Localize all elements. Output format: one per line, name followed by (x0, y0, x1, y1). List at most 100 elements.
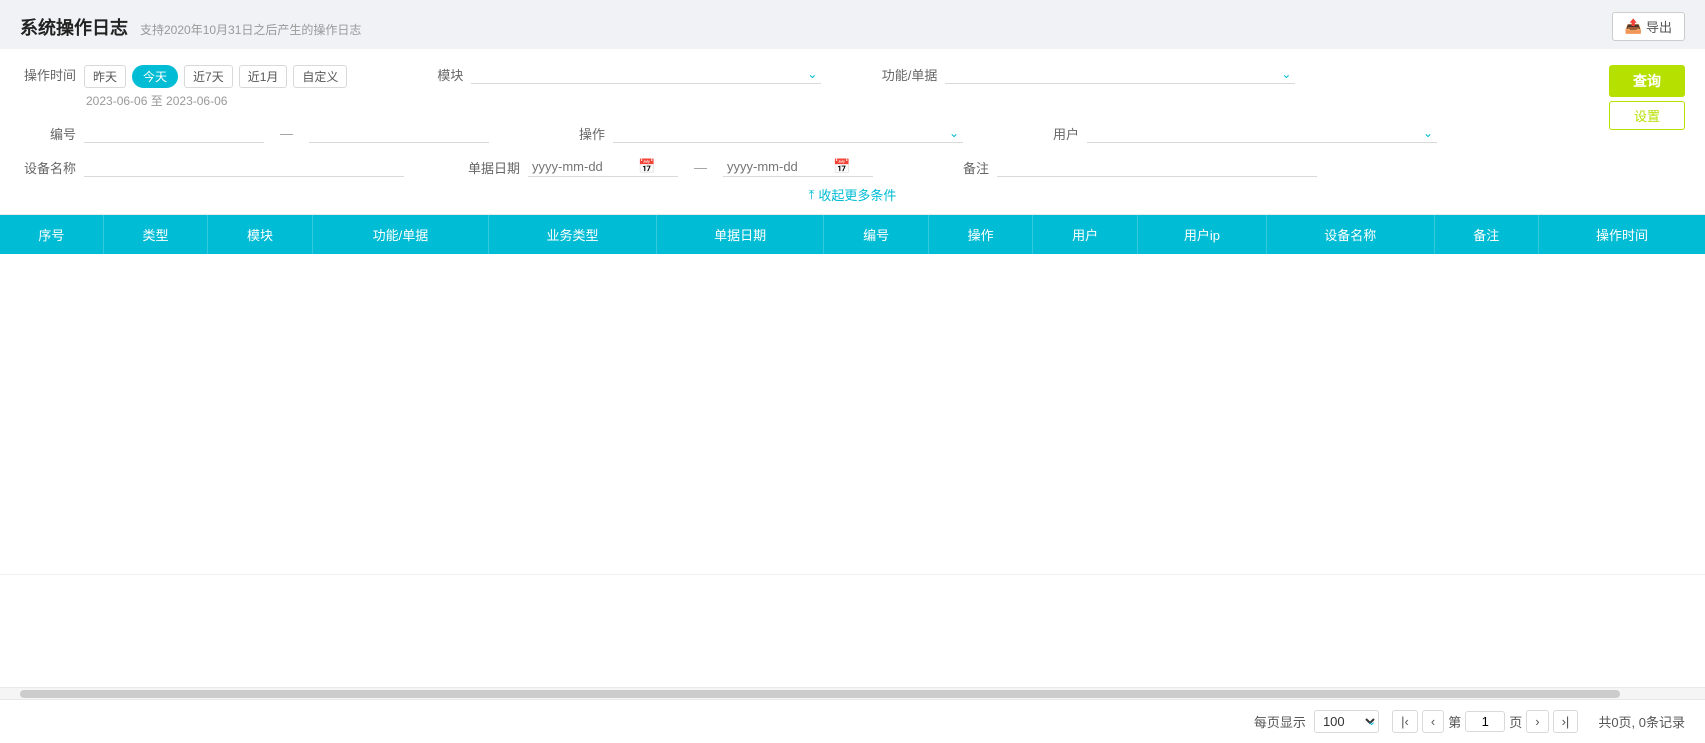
date-to-input[interactable] (723, 157, 833, 176)
filter-fields: 操作时间 昨天 今天 近7天 近1月 自定义 2023-06-06 至 2023… (20, 65, 1609, 181)
collapse-button[interactable]: ⤒ 收起更多条件 (809, 185, 897, 204)
module-label: 模块 (407, 65, 463, 84)
table-header-row: 序号 类型 模块 功能/单据 业务类型 单据日期 编号 操作 用户 用户ip 设… (0, 215, 1705, 254)
time-label: 操作时间 (20, 65, 76, 84)
scrollbar-thumb[interactable] (20, 690, 1620, 698)
col-feature: 功能/单据 (312, 215, 488, 254)
data-table: 序号 类型 模块 功能/单据 业务类型 单据日期 编号 操作 用户 用户ip 设… (0, 215, 1705, 575)
feature-label: 功能/单据 (881, 65, 937, 84)
col-doc-date: 单据日期 (656, 215, 824, 254)
filter-top-row: 操作时间 昨天 今天 近7天 近1月 自定义 2023-06-06 至 2023… (20, 65, 1685, 181)
user-select[interactable]: ⌄ (1087, 124, 1437, 143)
page-unit: 页 (1509, 712, 1522, 731)
remark-input[interactable] (997, 157, 1317, 177)
number-input-from[interactable] (84, 123, 264, 143)
export-icon: 📤 (1625, 18, 1642, 35)
export-button[interactable]: 📤 导出 (1612, 12, 1685, 41)
device-label: 设备名称 (20, 158, 76, 177)
filter-area: 操作时间 昨天 今天 近7天 近1月 自定义 2023-06-06 至 2023… (0, 49, 1705, 215)
operation-chevron-icon: ⌄ (949, 126, 959, 140)
filter-row-1: 操作时间 昨天 今天 近7天 近1月 自定义 2023-06-06 至 2023… (20, 65, 1609, 109)
module-chevron-icon: ⌄ (807, 67, 817, 81)
operation-label: 操作 (549, 124, 605, 143)
calendar-to-icon[interactable]: 📅 (833, 158, 850, 175)
export-label: 导出 (1646, 17, 1672, 36)
docdate-label: 单据日期 (464, 158, 520, 177)
first-page-button[interactable]: |‹ (1392, 710, 1418, 733)
date-to-wrap: 📅 (723, 157, 873, 177)
pagination-nav: |‹ ‹ 第 页 › ›| (1392, 710, 1578, 733)
time-btns: 昨天 今天 近7天 近1月 自定义 (84, 65, 347, 88)
col-module: 模块 (208, 215, 312, 254)
col-number: 编号 (824, 215, 928, 254)
col-index: 序号 (0, 215, 103, 254)
col-type: 类型 (103, 215, 207, 254)
time-btn-today[interactable]: 今天 (132, 65, 178, 88)
remark-label: 备注 (933, 158, 989, 177)
module-select[interactable]: ⌄ (471, 65, 821, 84)
number-dash: — (280, 126, 293, 141)
time-btn-1month[interactable]: 近1月 (239, 65, 288, 88)
page-label: 第 (1448, 712, 1461, 731)
col-biz-type: 业务类型 (489, 215, 657, 254)
user-label: 用户 (1023, 124, 1079, 143)
date-from-wrap: 📅 (528, 157, 678, 177)
col-user-ip: 用户ip (1137, 215, 1266, 254)
per-page-select[interactable]: 100 50 200 (1314, 710, 1379, 733)
operation-filter-item: 操作 ⌄ (549, 124, 963, 143)
action-buttons: 查询 设置 (1609, 65, 1685, 130)
page-header: 系统操作日志 支持2020年10月31日之后产生的操作日志 📤 导出 (0, 0, 1705, 49)
device-filter-item: 设备名称 (20, 157, 404, 177)
feature-filter-item: 功能/单据 ⌄ (881, 65, 1295, 84)
collapse-up-icon: ⤒ (809, 187, 815, 203)
user-filter-item: 用户 ⌄ (1023, 124, 1437, 143)
number-input-to[interactable] (309, 123, 489, 143)
filter-row-3: 设备名称 单据日期 📅 — 📅 (20, 157, 1609, 177)
user-chevron-icon: ⌄ (1423, 126, 1433, 140)
date-dash: — (694, 160, 707, 175)
time-btn-custom[interactable]: 自定义 (293, 65, 347, 88)
feature-select[interactable]: ⌄ (945, 65, 1295, 84)
module-filter-item: 模块 ⌄ (407, 65, 821, 84)
calendar-from-icon[interactable]: 📅 (638, 158, 655, 175)
table-empty-cell (0, 254, 1705, 574)
filter-row-2: 编号 — 操作 ⌄ 用户 (20, 123, 1609, 143)
col-operation: 操作 (928, 215, 1032, 254)
time-range-text: 2023-06-06 至 2023-06-06 (86, 92, 347, 109)
per-page-label: 每页显示 (1254, 712, 1306, 731)
col-user: 用户 (1033, 215, 1137, 254)
prev-page-button[interactable]: ‹ (1422, 710, 1444, 733)
last-page-button[interactable]: ›| (1553, 710, 1579, 733)
collapse-row: ⤒ 收起更多条件 (20, 185, 1685, 204)
number-filter-item: 编号 — (20, 123, 489, 143)
remark-filter-item: 备注 (933, 157, 1317, 177)
page-subtitle: 支持2020年10月31日之后产生的操作日志 (140, 21, 361, 38)
docdate-filter-item: 单据日期 📅 — 📅 (464, 157, 873, 177)
time-filter-group: 昨天 今天 近7天 近1月 自定义 2023-06-06 至 2023-06-0… (84, 65, 347, 109)
next-page-button[interactable]: › (1526, 710, 1548, 733)
page-wrapper: 系统操作日志 支持2020年10月31日之后产生的操作日志 📤 导出 操作时间 … (0, 0, 1705, 743)
settings-button[interactable]: 设置 (1609, 101, 1685, 130)
page-title: 系统操作日志 (20, 14, 128, 40)
number-label: 编号 (20, 124, 76, 143)
col-op-time: 操作时间 (1539, 215, 1705, 254)
pagination-bar: 每页显示 100 50 200 ⌄ |‹ ‹ 第 页 › ›| 共0页, 0条记… (0, 699, 1705, 743)
scrollbar-area (0, 687, 1705, 699)
collapse-label: 收起更多条件 (818, 185, 896, 204)
table-wrapper: 序号 类型 模块 功能/单据 业务类型 单据日期 编号 操作 用户 用户ip 设… (0, 215, 1705, 687)
page-info: 第 页 (1448, 711, 1522, 732)
col-remark: 备注 (1434, 215, 1538, 254)
col-device: 设备名称 (1266, 215, 1434, 254)
header-left: 系统操作日志 支持2020年10月31日之后产生的操作日志 (20, 14, 361, 40)
table-empty-row (0, 254, 1705, 574)
device-input[interactable] (84, 157, 404, 177)
total-info: 共0页, 0条记录 (1598, 712, 1685, 731)
feature-chevron-icon: ⌄ (1281, 67, 1291, 81)
date-from-input[interactable] (528, 157, 638, 176)
query-button[interactable]: 查询 (1609, 65, 1685, 97)
time-filter-item: 操作时间 昨天 今天 近7天 近1月 自定义 2023-06-06 至 2023… (20, 65, 347, 109)
page-input[interactable] (1465, 711, 1505, 732)
operation-select[interactable]: ⌄ (613, 124, 963, 143)
time-btn-7days[interactable]: 近7天 (184, 65, 233, 88)
time-btn-yesterday[interactable]: 昨天 (84, 65, 126, 88)
